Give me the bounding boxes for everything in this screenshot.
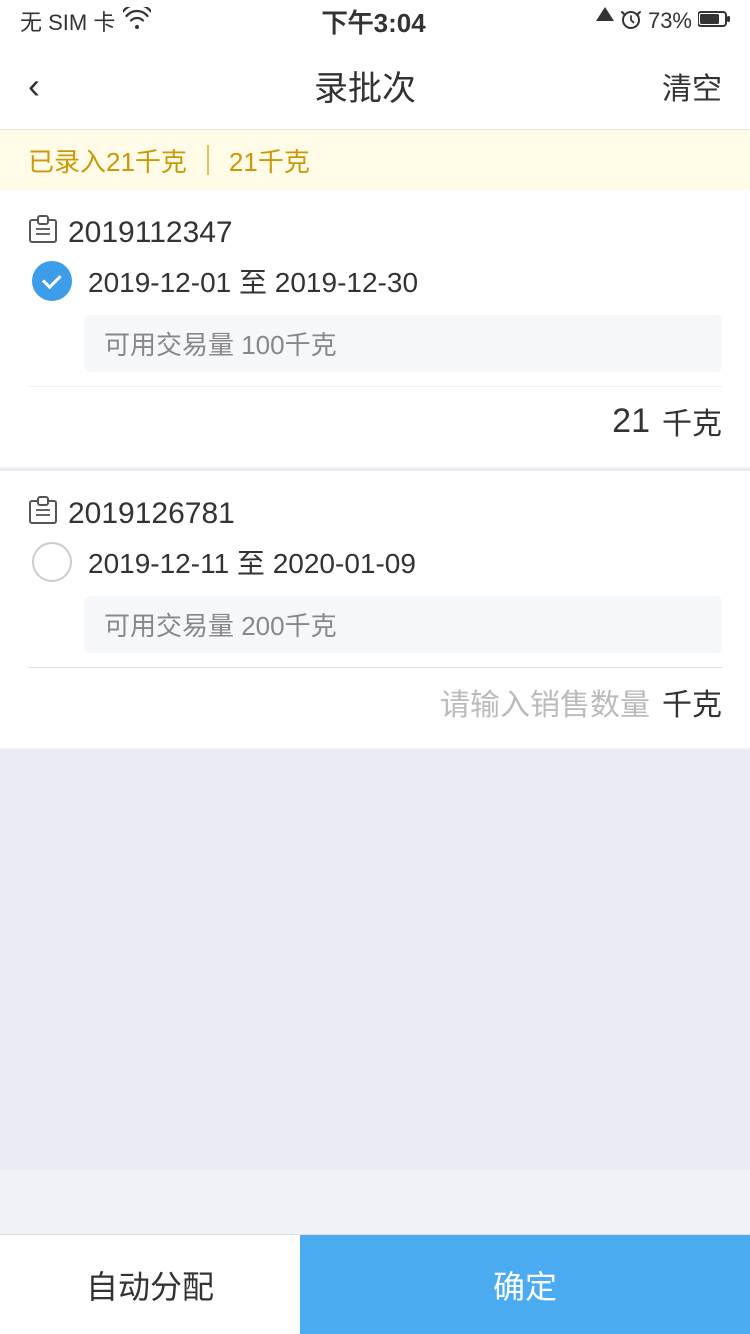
info-banner: 已录入21千克 21千克 — [0, 130, 750, 190]
batch-2-id: 2019126781 — [68, 497, 235, 531]
clear-button[interactable]: 清空 — [642, 64, 722, 108]
status-time: 下午3:04 — [322, 3, 426, 40]
batch-1-avail-text: 可用交易量 100千克 — [104, 330, 337, 360]
info-value: 21千克 — [229, 142, 310, 179]
status-left: 无 SIM 卡 — [20, 5, 151, 37]
batch-1-dates-row: 2019-12-01 至 2019-12-30 — [28, 261, 722, 301]
info-label: 已录入21千克 — [28, 142, 187, 179]
batch-2-dates-row: 2019-12-11 至 2020-01-09 — [28, 542, 722, 582]
batch-1-qty-unit: 千克 — [662, 399, 722, 443]
batch-1-qty-row: 21 千克 — [28, 386, 722, 451]
batch-2-radio[interactable] — [32, 542, 72, 582]
batch-2-dates: 2019-12-11 至 2020-01-09 — [88, 542, 416, 582]
batch-1-qty-value[interactable]: 21 — [612, 402, 650, 441]
battery-text: 73% — [648, 8, 692, 34]
batch-2-header: 2019126781 — [28, 495, 722, 532]
page-title: 录批次 — [314, 61, 416, 110]
no-sim-text: 无 SIM 卡 — [20, 5, 115, 37]
alarm-icon — [620, 7, 642, 35]
batch-1-icon — [28, 214, 58, 251]
batch-item-1[interactable]: 2019112347 2019-12-01 至 2019-12-30 可用交易量… — [0, 190, 750, 467]
batch-1-avail-row: 可用交易量 100千克 — [84, 315, 722, 372]
batch-2-qty-unit: 千克 — [662, 680, 722, 724]
batch-1-id: 2019112347 — [68, 216, 233, 250]
auto-distribute-button[interactable]: 自动分配 — [0, 1235, 300, 1334]
batch-2-qty-placeholder: 请输入销售数量 — [440, 680, 650, 724]
info-divider — [207, 145, 209, 175]
empty-area — [0, 750, 750, 1170]
status-bar: 无 SIM 卡 下午3:04 73% — [0, 0, 750, 42]
batch-1-header: 2019112347 — [28, 214, 722, 251]
wifi-icon — [123, 7, 151, 35]
battery-icon — [698, 8, 730, 34]
batch-2-avail-row: 可用交易量 200千克 — [84, 596, 722, 653]
status-right: 73% — [596, 7, 730, 35]
location-icon — [596, 7, 614, 35]
batch-2-icon — [28, 495, 58, 532]
nav-bar: ‹ 录批次 清空 — [0, 42, 750, 130]
batch-1-dates: 2019-12-01 至 2019-12-30 — [88, 261, 418, 301]
back-button[interactable]: ‹ — [28, 65, 88, 107]
confirm-button[interactable]: 确定 — [300, 1235, 750, 1334]
batch-item-2[interactable]: 2019126781 2019-12-11 至 2020-01-09 可用交易量… — [0, 471, 750, 748]
batch-2-qty-input-row[interactable]: 请输入销售数量 千克 — [28, 667, 722, 732]
batch-2-avail-text: 可用交易量 200千克 — [104, 611, 337, 641]
batch-1-radio[interactable] — [32, 261, 72, 301]
bottom-bar: 自动分配 确定 — [0, 1234, 750, 1334]
